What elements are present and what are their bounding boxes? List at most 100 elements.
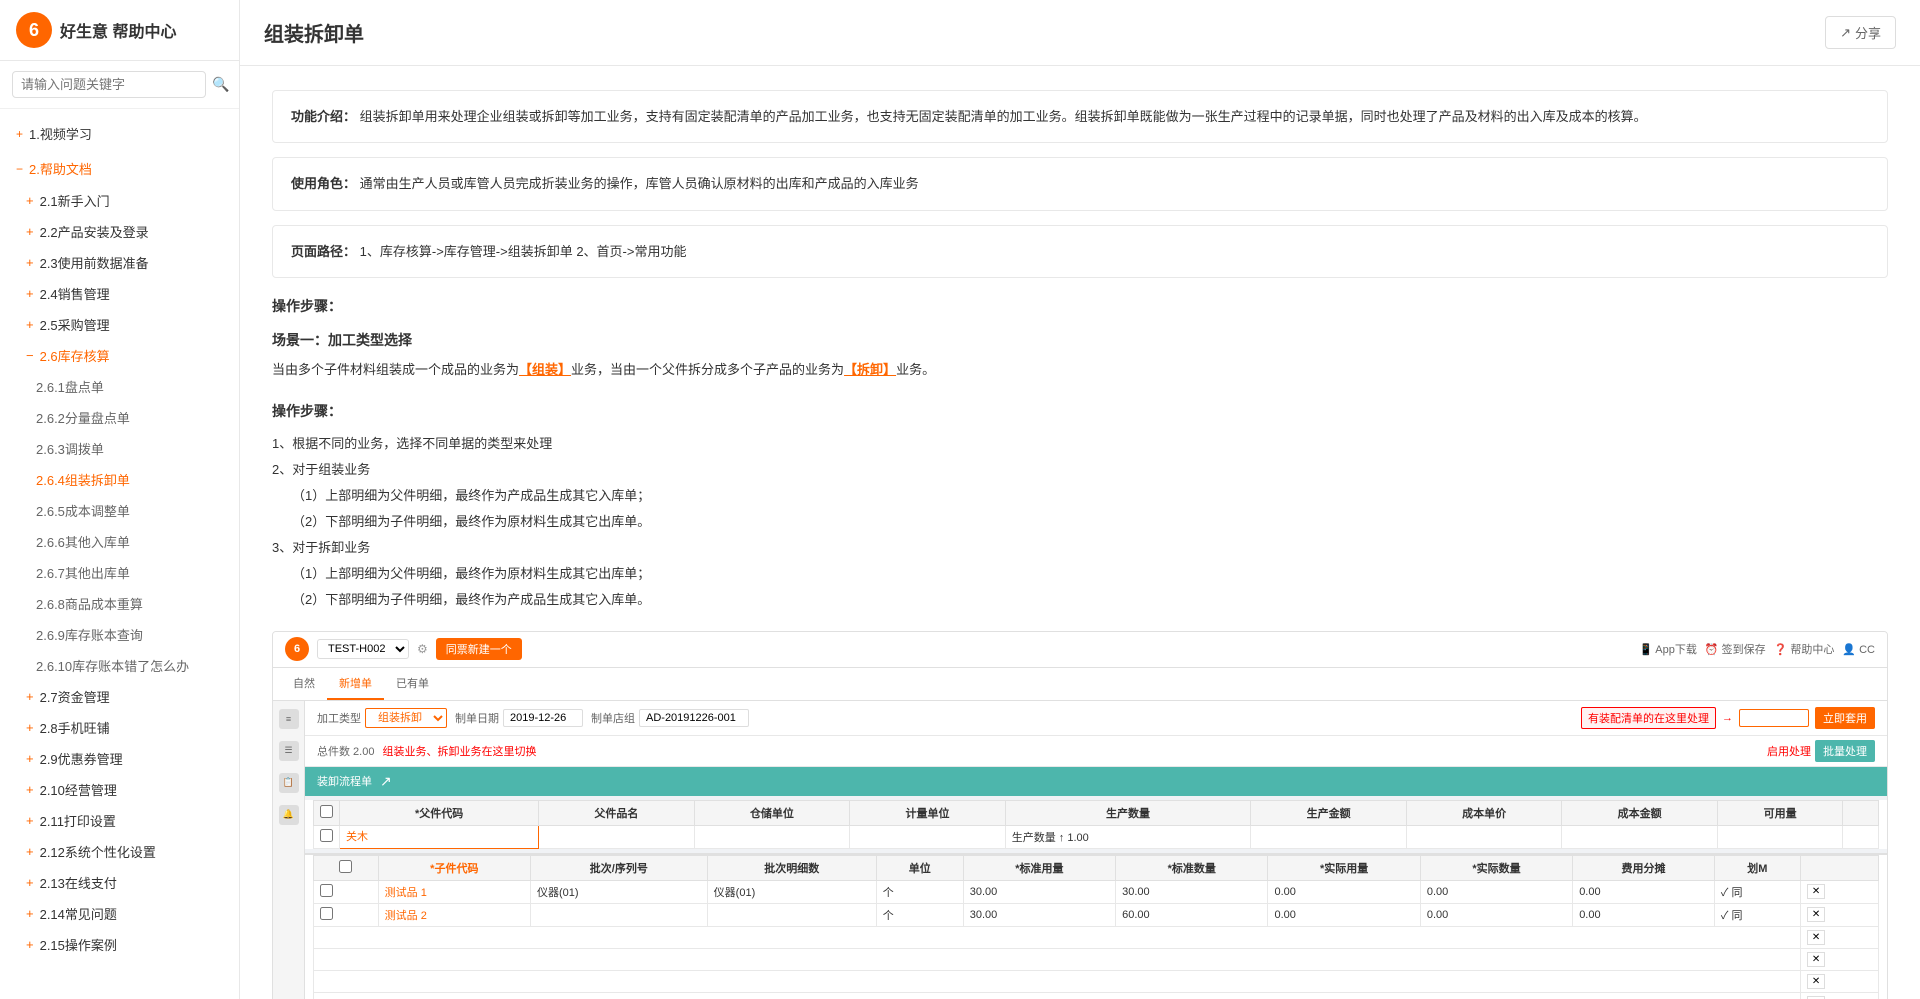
ss-tabs: 自然 新增单 已有单	[273, 668, 1887, 701]
ss-lt-row1-check[interactable]	[320, 884, 333, 897]
sidebar-item-dataprep[interactable]: + 2.3使用前数据准备	[0, 247, 239, 278]
nav-sub-docs: + 2.1新手入门 + 2.2产品安装及登录 + 2.3使用前数据准备 + 2.…	[0, 185, 239, 960]
share-button[interactable]: ↗ 分享	[1825, 16, 1896, 49]
ss-dept-input[interactable]	[639, 709, 749, 727]
ss-th-checkbox	[314, 800, 340, 825]
sidebar-nav: + 1.视频学习 − 2.帮助文档 + 2.1新手入门 + 2.2产品安装及登录	[0, 109, 239, 999]
ss-lower-table-area: *子件代码 批次/序列号 批次明细数 单位 *标准用量 *标准数量 *实际用量 …	[305, 853, 1887, 999]
sidebar-leaf-transfer[interactable]: 2.6.3调拨单	[0, 433, 239, 464]
ss-date-input[interactable]	[503, 709, 583, 727]
ss-type-select[interactable]: 组装拆卸	[365, 708, 447, 728]
ops-steps-label: 操作步骤：	[272, 401, 1888, 421]
sidebar-item-cases[interactable]: + 2.15操作案例	[0, 929, 239, 960]
ss-lt-row1-detail: 仪器(01)	[707, 880, 876, 903]
ss-lt-qty2: *标准数量	[1116, 855, 1268, 880]
ss-upper-table-area: *父件代码 父件品名 仓储单位 计量单位 生产数量 生产金额 成本单价 成本金额	[305, 800, 1887, 849]
sidebar-item-install[interactable]: + 2.2产品安装及登录	[0, 216, 239, 247]
step2-sub1: （1）上部明细为父件明细，最终作为产成品生成其它入库单；	[292, 483, 1888, 509]
ss-lt-costamt: *实际数量	[1420, 855, 1572, 880]
ss-lt-row3-del[interactable]: ✕	[1807, 930, 1825, 945]
ss-row1-amt	[1251, 825, 1407, 848]
ss-th-avail: 可用量	[1717, 800, 1843, 825]
sidebar-leaf-inbound[interactable]: 2.6.6其他入库单	[0, 526, 239, 557]
ss-date-field: 制单日期	[455, 709, 583, 727]
ss-lt-code: *子件代码	[378, 855, 530, 880]
sidebar-item-sales[interactable]: + 2.4销售管理	[0, 278, 239, 309]
main-area: 组装拆卸单 ↗ 分享 功能介绍： 组装拆卸单用来处理企业组装或拆卸等加工业务，支…	[240, 0, 1920, 999]
ss-lt-name: 批次/序列号	[531, 855, 708, 880]
screenshot-container: 6 TEST-H002 ⚙ 同票新建一个 📱 App下载 ⏰ 签到保存 ❓ 帮助…	[272, 631, 1888, 999]
ss-topbar-right: 📱 App下载 ⏰ 签到保存 ❓ 帮助中心 👤 CC	[1639, 641, 1875, 657]
ss-lt-remark: 费用分摊	[1573, 855, 1715, 880]
sidebar-item-coupon[interactable]: + 2.9优惠券管理	[0, 743, 239, 774]
ss-tab-newbill[interactable]: 新增单	[327, 668, 384, 700]
sidebar-item-mobile[interactable]: + 2.8手机旺铺	[0, 712, 239, 743]
sidebar-item-newbie[interactable]: + 2.1新手入门	[0, 185, 239, 216]
path-block: 页面路径： 1、库存核算->库存管理->组装拆卸单 2、首页->常用功能	[272, 225, 1888, 278]
sidebar-leaf-assembly[interactable]: 2.6.4组装拆卸单	[0, 464, 239, 495]
sidebar-item-system[interactable]: + 2.12系统个性化设置	[0, 836, 239, 867]
ss-lt-row2-del[interactable]: ✕	[1807, 907, 1825, 922]
ss-type-label: 加工类型	[317, 710, 361, 726]
ss-confirm-btn[interactable]: 立即套用	[1815, 707, 1875, 729]
ss-icon2[interactable]: ☰	[279, 741, 299, 761]
ss-row1-code[interactable]	[340, 825, 539, 848]
ss-dept-field: 制单店组	[591, 709, 749, 727]
ss-lt-row1-stdqty: 30.00	[1116, 880, 1268, 903]
search-input[interactable]	[12, 71, 206, 98]
sidebar-leaf-stocktake[interactable]: 2.6.1盘点单	[0, 371, 239, 402]
ss-row1-ops	[1843, 825, 1879, 848]
ss-tab-existbill[interactable]: 已有单	[384, 668, 441, 700]
sidebar-leaf-stockfix[interactable]: 2.6.10库存账本错了怎么办	[0, 650, 239, 681]
sidebar-item-print[interactable]: + 2.11打印设置	[0, 805, 239, 836]
sidebar-item-purchase[interactable]: + 2.5采购管理	[0, 309, 239, 340]
ss-row1-check[interactable]	[320, 829, 333, 842]
ss-process-btn[interactable]: 批量处理	[1815, 740, 1875, 762]
ss-lt-unit: 单位	[876, 855, 963, 880]
ss-icon4[interactable]: 🔔	[279, 805, 299, 825]
sidebar-item-docs[interactable]: − 2.帮助文档	[0, 152, 239, 185]
ss-lt-row4-del[interactable]: ✕	[1807, 952, 1825, 967]
ss-row1-unit2	[850, 825, 1006, 848]
app-name: 好生意 帮助中心	[60, 18, 176, 42]
ss-tab-natural[interactable]: 自然	[281, 668, 327, 700]
intro-block: 功能介绍： 组装拆卸单用来处理企业组装或拆卸等加工业务，支持有固定装配清单的产品…	[272, 90, 1888, 143]
table-row: ✕	[314, 992, 1879, 999]
ss-select-all[interactable]	[320, 805, 333, 818]
search-icon[interactable]: 🔍	[212, 76, 229, 93]
sidebar-item-finance[interactable]: + 2.7资金管理	[0, 681, 239, 712]
ss-lt-row2-check[interactable]	[320, 907, 333, 920]
sidebar-item-inventory[interactable]: − 2.6库存核算	[0, 340, 239, 371]
ss-lt-cost: *实际用量	[1268, 855, 1420, 880]
ss-lt-row1-del[interactable]: ✕	[1807, 884, 1825, 899]
sidebar-leaf-costadjust[interactable]: 2.6.5成本调整单	[0, 495, 239, 526]
ss-lt-qty: *标准用量	[963, 855, 1115, 880]
plus-icon: +	[26, 875, 34, 890]
ss-lower-table: *子件代码 批次/序列号 批次明细数 单位 *标准用量 *标准数量 *实际用量 …	[313, 855, 1879, 999]
step1: 1、根据不同的业务，选择不同单据的类型来处理	[272, 431, 1888, 457]
ss-bom-input[interactable]	[1739, 709, 1809, 727]
sidebar-leaf-outbound[interactable]: 2.6.7其他出库单	[0, 557, 239, 588]
ss-lt-all[interactable]	[339, 860, 352, 873]
sidebar-leaf-costreset[interactable]: 2.6.8商品成本重算	[0, 588, 239, 619]
nav-section-docs: − 2.帮助文档 + 2.1新手入门 + 2.2产品安装及登录 + 2.3使用前…	[0, 152, 239, 960]
sidebar-leaf-stockquery[interactable]: 2.6.9库存账本查询	[0, 619, 239, 650]
ss-lt-row2-unit: 个	[876, 903, 963, 926]
ss-body: ≡ ☰ 📋 🔔 加工类型 组装拆卸	[273, 701, 1887, 999]
sidebar-leaf-portion[interactable]: 2.6.2分量盘点单	[0, 402, 239, 433]
ss-company-select[interactable]: TEST-H002	[317, 639, 409, 659]
ss-icon3[interactable]: 📋	[279, 773, 299, 793]
ops-heading: 操作步骤：	[272, 296, 1888, 316]
sidebar-item-video[interactable]: + 1.视频学习	[0, 117, 239, 150]
ss-lt-row2-std: 30.00	[963, 903, 1115, 926]
ss-lt-row5-del[interactable]: ✕	[1807, 974, 1825, 989]
ss-lt-row2-actual: 0.00	[1268, 903, 1420, 926]
ss-lt-row2-detail	[707, 903, 876, 926]
sidebar-item-operation[interactable]: + 2.10经营管理	[0, 774, 239, 805]
plus-icon: +	[16, 127, 23, 141]
sidebar-item-payment[interactable]: + 2.13在线支付	[0, 867, 239, 898]
ss-newbill-btn[interactable]: 同票新建一个	[436, 638, 522, 660]
ss-type-field: 加工类型 组装拆卸	[317, 708, 447, 728]
sidebar-item-faq[interactable]: + 2.14常见问题	[0, 898, 239, 929]
ss-icon1[interactable]: ≡	[279, 709, 299, 729]
